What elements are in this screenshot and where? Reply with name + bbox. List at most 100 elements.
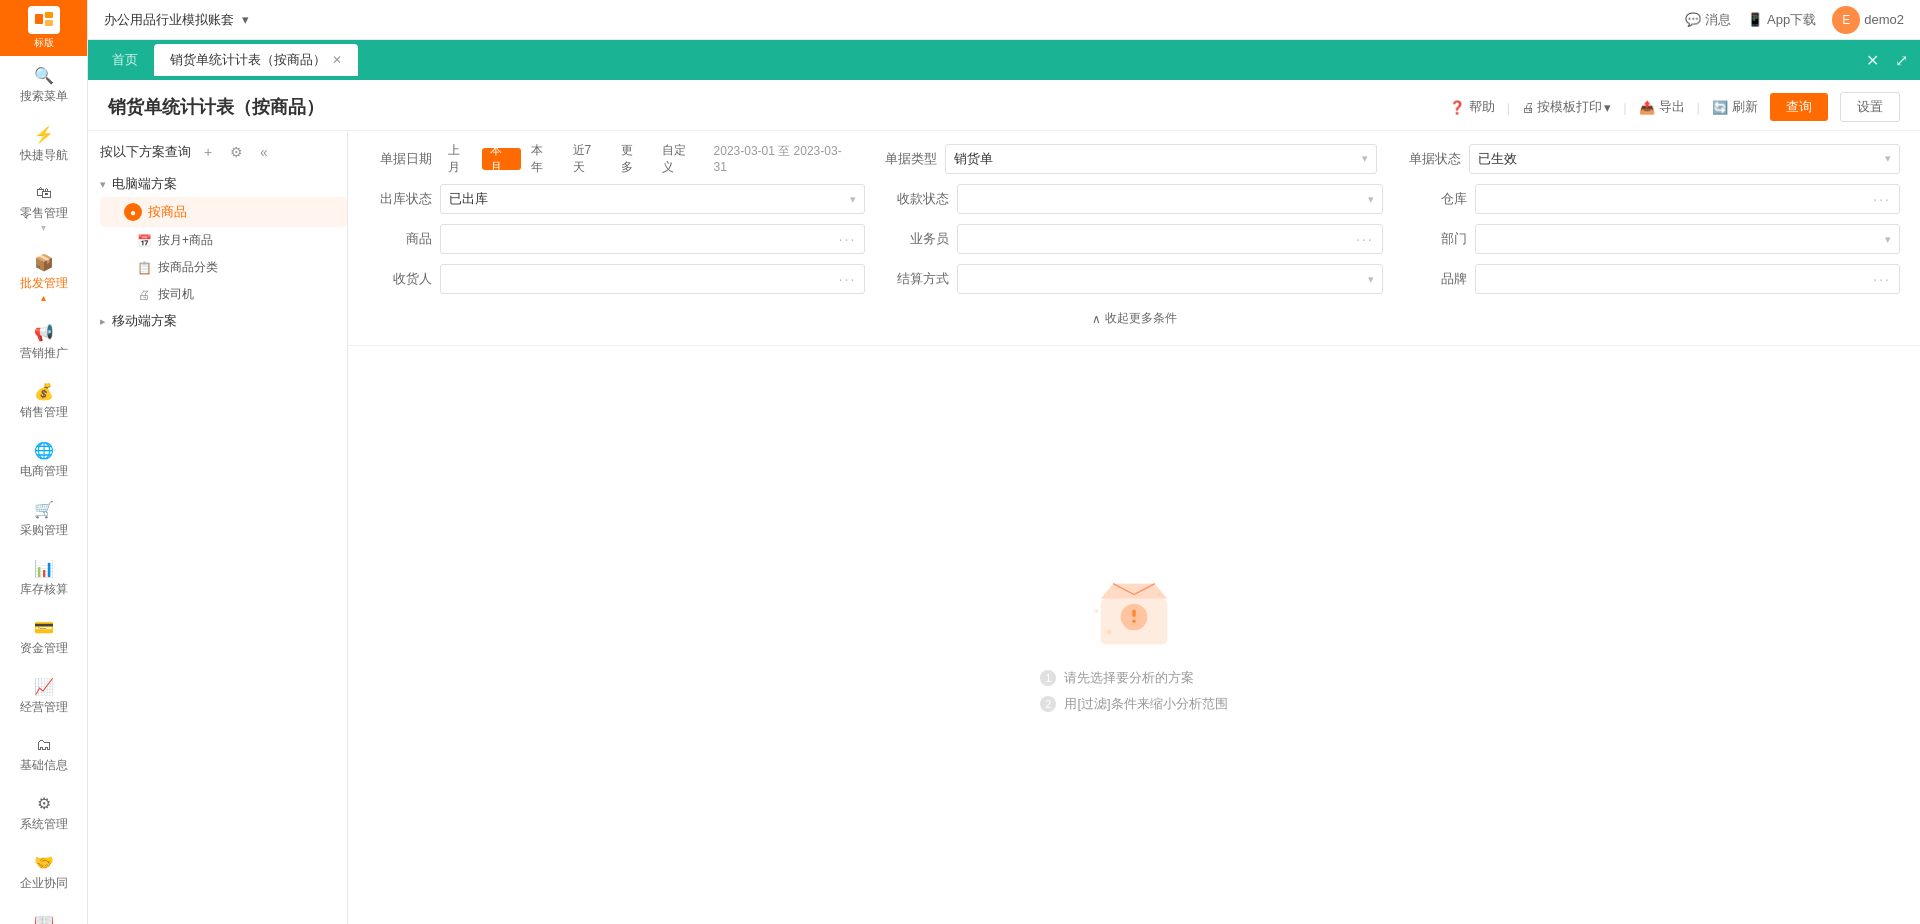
query-btn[interactable]: 查询 (1770, 93, 1828, 121)
svg-rect-6 (1132, 620, 1135, 623)
tip-text-1: 请先选择要分析的方案 (1064, 669, 1194, 687)
collapse-bar[interactable]: ∧ 收起更多条件 (368, 304, 1900, 333)
dept-control[interactable]: ▾ (1475, 224, 1900, 254)
sidebar: 标版 🔍 搜索菜单 ⚡ 快捷导航 🛍 零售管理 ▾ 📦 批发管理 ▴ 📢 营销推… (0, 0, 88, 924)
sidebar-item-search[interactable]: 🔍 搜索菜单 (0, 56, 88, 115)
last-month-label: 上月 (448, 142, 472, 176)
date-tab-7days[interactable]: 近7天 (565, 148, 611, 170)
out-status-label: 出库状态 (368, 190, 440, 208)
svg-point-9 (1095, 610, 1098, 613)
sidebar-item-enterprise[interactable]: 🤝 企业协同 (0, 843, 88, 902)
sidebar-item-guide[interactable]: 📖 新手引导 (0, 902, 88, 924)
receipt-status-label: 收款状态 (885, 190, 957, 208)
page-header: 销货单统计计表（按商品） ❓ 帮助 | 🖨 按模板打印 ▾ | 📤 导出 | (88, 80, 1920, 131)
date-tab-this-month[interactable]: 本月 (482, 148, 522, 170)
scheme-item-by-printer[interactable]: 🖨 按司机 (100, 281, 347, 308)
receiver-label: 收货人 (368, 270, 440, 288)
7days-label: 近7天 (573, 142, 603, 176)
sidebar-item-sales[interactable]: 💰 销售管理 (0, 372, 88, 431)
print-label: 按模板打印 (1537, 98, 1602, 116)
staff-control[interactable]: ··· (957, 224, 1382, 254)
sidebar-item-basic[interactable]: 🗂 基础信息 (0, 726, 88, 784)
action-sep3: | (1697, 100, 1700, 115)
sidebar-item-system[interactable]: ⚙ 系统管理 (0, 784, 88, 843)
tab-home[interactable]: 首页 (96, 44, 154, 76)
doc-type-control[interactable]: 销货单 ▾ (945, 144, 1376, 174)
page-title: 销货单统计计表（按商品） (108, 95, 324, 119)
date-tab-last-month[interactable]: 上月 (440, 148, 480, 170)
tab-expand-icon[interactable]: ⤢ (1891, 51, 1912, 70)
operation-icon: 📈 (34, 677, 54, 696)
scheme-item-by-month-goods[interactable]: 📅 按月+商品 (100, 227, 347, 254)
this-year-label: 本年 (531, 142, 555, 176)
date-tab-more[interactable]: 更多 (613, 148, 653, 170)
sidebar-item-operation[interactable]: 📈 经营管理 (0, 667, 88, 726)
industry-dropdown-icon[interactable]: ▾ (242, 12, 249, 27)
message-btn[interactable]: 💬 消息 (1685, 11, 1731, 29)
sidebar-item-ecommerce[interactable]: 🌐 电商管理 (0, 431, 88, 490)
tab-close-all-icon[interactable]: ✕ (1862, 51, 1883, 70)
print-icon: 🖨 (1522, 100, 1535, 115)
out-status-control[interactable]: 已出库 ▾ (440, 184, 865, 214)
receipt-status-control[interactable]: ▾ (957, 184, 1382, 214)
tab-sales-stat[interactable]: 销货单统计计表（按商品） ✕ (154, 44, 358, 76)
sidebar-item-shortcut[interactable]: ⚡ 快捷导航 (0, 115, 88, 174)
date-tab-custom[interactable]: 自定义 (654, 148, 705, 170)
dept-label: 部门 (1403, 230, 1475, 248)
receiver-control[interactable]: ··· (440, 264, 865, 294)
brand-dots: ··· (1873, 271, 1891, 287)
print-btn[interactable]: 🖨 按模板打印 ▾ (1522, 98, 1611, 116)
basic-icon: 🗂 (36, 736, 52, 754)
scheme-add-btn[interactable]: + (197, 141, 219, 163)
sidebar-item-retail[interactable]: 🛍 零售管理 ▾ (0, 174, 88, 243)
purchase-icon: 🛒 (34, 500, 54, 519)
svg-rect-2 (45, 20, 53, 26)
out-status-dropdown-icon: ▾ (850, 193, 856, 206)
finance-icon: 💳 (34, 618, 54, 637)
scheme-item-by-goods[interactable]: ● 按商品 (100, 197, 347, 227)
empty-tip-2: 2 用[过滤]条件来缩小分析范围 (1040, 695, 1227, 713)
export-icon: 📤 (1639, 100, 1655, 115)
scheme-collapse-btn[interactable]: « (253, 141, 275, 163)
brand-control[interactable]: ··· (1475, 264, 1900, 294)
tab-bar-actions: ✕ ⤢ (1862, 51, 1912, 70)
sidebar-item-label: 资金管理 (20, 640, 68, 657)
settings-btn[interactable]: 设置 (1840, 92, 1900, 122)
header-right: 💬 消息 📱 App下载 E demo2 (1685, 6, 1904, 34)
date-tab-this-year[interactable]: 本年 (523, 148, 563, 170)
scheme-mobile-group[interactable]: ▸ 移动端方案 (88, 308, 347, 334)
svg-rect-1 (45, 12, 53, 18)
refresh-btn[interactable]: 🔄 刷新 (1712, 98, 1758, 116)
inventory-icon: 📊 (34, 559, 54, 578)
filter-result-panel: 单据日期 上月 本月 本年 (348, 131, 1920, 924)
sidebar-item-purchase[interactable]: 🛒 采购管理 (0, 490, 88, 549)
goods-control[interactable]: ··· (440, 224, 865, 254)
warehouse-control[interactable]: ··· (1475, 184, 1900, 214)
sidebar-item-inventory[interactable]: 📊 库存核算 (0, 549, 88, 608)
download-icon: 📱 (1747, 12, 1763, 27)
scheme-desktop-group-header[interactable]: ▾ 电脑端方案 (100, 171, 347, 197)
app-download-btn[interactable]: 📱 App下载 (1747, 11, 1816, 29)
tab-close-icon[interactable]: ✕ (332, 53, 342, 67)
doc-status-control[interactable]: 已生效 ▾ (1469, 144, 1900, 174)
export-btn[interactable]: 📤 导出 (1639, 98, 1685, 116)
empty-illustration (1084, 557, 1184, 657)
sidebar-item-finance[interactable]: 💳 资金管理 (0, 608, 88, 667)
month-goods-icon: 📅 (136, 233, 152, 249)
help-btn[interactable]: ❓ 帮助 (1449, 98, 1495, 116)
help-label: 帮助 (1469, 98, 1495, 116)
sidebar-item-label: 电商管理 (20, 463, 68, 480)
sidebar-item-marketing[interactable]: 📢 营销推广 (0, 313, 88, 372)
out-status-value: 已出库 (449, 190, 850, 208)
scheme-edit-btn[interactable]: ⚙ (225, 141, 247, 163)
staff-label: 业务员 (885, 230, 957, 248)
doc-type-dropdown-icon: ▾ (1362, 152, 1368, 165)
by-month-goods-label: 按月+商品 (158, 232, 213, 249)
app-logo: 标版 (0, 0, 88, 56)
sidebar-item-wholesale[interactable]: 📦 批发管理 ▴ (0, 243, 88, 313)
scheme-item-by-goods-category[interactable]: 📋 按商品分类 (100, 254, 347, 281)
marketing-icon: 📢 (34, 323, 54, 342)
payment-control[interactable]: ▾ (957, 264, 1382, 294)
user-info[interactable]: E demo2 (1832, 6, 1904, 34)
gear-icon: ⚙ (230, 144, 243, 160)
